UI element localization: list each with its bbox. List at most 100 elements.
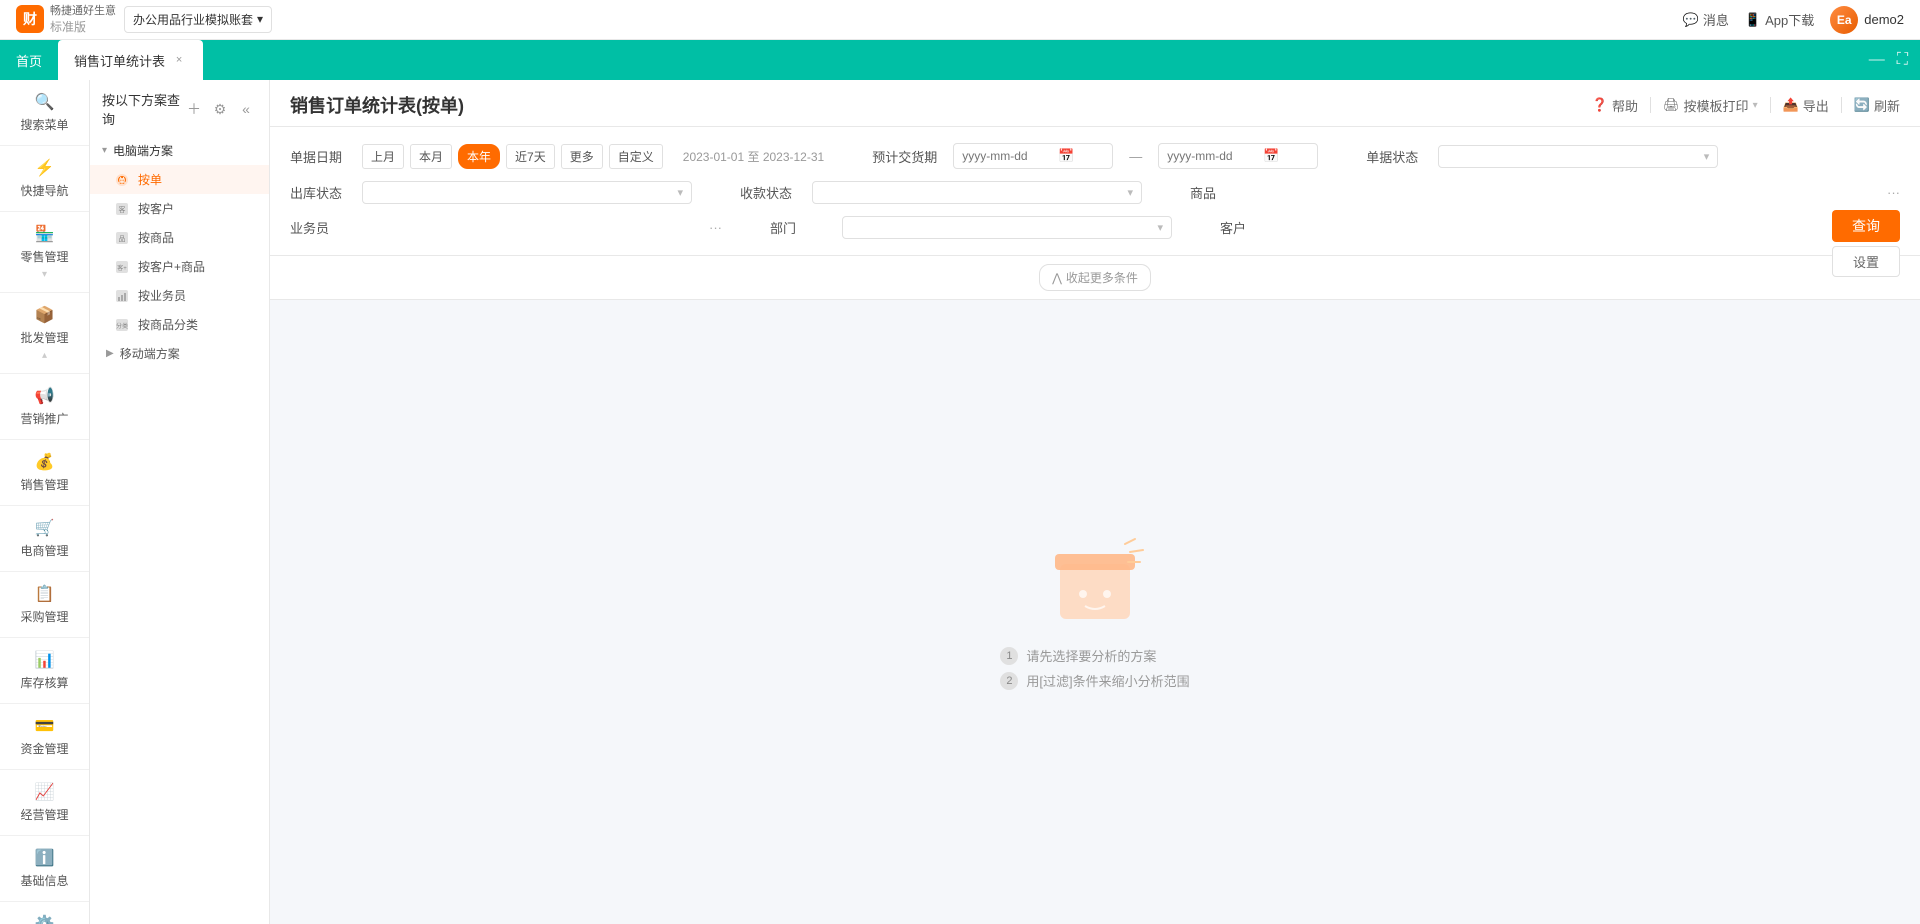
collapse-conditions-btn[interactable]: ⋀ 收起更多条件 [1039,264,1151,291]
print-arrow-icon: ▾ [1753,100,1758,111]
delivery-end-input[interactable]: 📅 [1158,143,1318,169]
scheme-group-pc-header[interactable]: ▾ 电脑端方案 [90,136,269,165]
retail-arrow-icon: ▾ [42,269,47,280]
message-btn[interactable]: 💬 消息 [1683,10,1729,29]
sidebar-item-retail[interactable]: 🏪 零售管理 ▾ [0,212,89,293]
left-panel-actions: ＋ ⚙ « [183,98,257,120]
cal-end-icon: 📅 [1263,148,1279,164]
empty-content: 1 请先选择要分析的方案 2 用[过滤]条件来缩小分析范围 [1000,534,1189,690]
refresh-label: 刷新 [1874,96,1900,115]
empty-tip-2: 2 用[过滤]条件来缩小分析范围 [1000,671,1189,690]
add-scheme-btn[interactable]: ＋ [183,98,205,120]
scheme-settings-btn[interactable]: ⚙ [209,98,231,120]
by-product-icon: 品 [114,230,130,246]
page-title: 销售订单统计表(按单) [290,92,464,118]
sidebar-item-sales[interactable]: 💰 销售管理 [0,440,89,506]
basic-icon: ℹ️ [35,848,55,868]
sidebar-item-inventory[interactable]: 📊 库存核算 [0,638,89,704]
tab-home[interactable]: 首页 [0,40,58,80]
sidebar-item-operation[interactable]: 📈 经营管理 [0,770,89,836]
scheme-item-by-staff[interactable]: 按业务员 [90,281,269,310]
out-status-select[interactable]: ▾ [362,181,692,204]
filter-row-2: 出库状态 ▾ 收款状态 ▾ 商品 ··· [290,181,1900,204]
date-quick-btns: 上月 本月 本年 近7天 更多 自定义 [362,144,663,169]
cal-start-icon: 📅 [1058,148,1074,164]
sidebar: 🔍 搜索菜单 ⚡ 快捷导航 🏪 零售管理 ▾ 📦 批发管理 ▴ 📢 营销推广 💰… [0,80,90,924]
tab-minimize-btn[interactable]: — [1865,47,1889,73]
bill-status-select[interactable]: ▾ [1438,145,1718,168]
sidebar-item-search[interactable]: 🔍 搜索菜单 [0,80,89,146]
last7days-btn[interactable]: 近7天 [506,144,555,169]
collapse-panel-btn[interactable]: « [235,98,257,120]
tab-fullscreen-btn[interactable]: ⛶ [1893,47,1912,73]
finance-icon: 💳 [35,716,55,736]
tab-close-btn[interactable]: × [171,52,187,68]
help-label: 帮助 [1612,96,1638,115]
by-category-icon: 分类 [114,317,130,333]
scheme-item-by-cust-prod[interactable]: 客+ 按客户+商品 [90,252,269,281]
wholesale-icon: 📦 [35,305,55,325]
help-icon: ❓ [1592,97,1608,113]
dept-select[interactable]: ▾ [842,216,1172,239]
sidebar-item-shortcut[interactable]: ⚡ 快捷导航 [0,146,89,212]
customer-filter-area: ··· [1292,220,1900,235]
date-range-display: 2023-01-01 至 2023-12-31 [683,148,824,165]
sidebar-retail-label: 零售管理 [20,248,68,265]
product-ellipsis-btn[interactable]: ··· [1887,185,1900,200]
help-btn[interactable]: ❓ 帮助 [1592,96,1638,115]
brand-name: 畅捷通好生意 [50,4,116,18]
logo-text-block: 畅捷通好生意 标准版 [50,4,116,35]
svg-text:客: 客 [119,205,126,214]
export-btn[interactable]: 📤 导出 [1783,96,1829,115]
delivery-end-field[interactable] [1167,149,1257,163]
print-btn[interactable]: 🖨 按模板打印 ▾ [1663,96,1758,115]
custom-date-btn[interactable]: 自定义 [609,144,663,169]
sidebar-inventory-label: 库存核算 [20,674,68,691]
dept-arrow-icon: ▾ [1157,221,1163,234]
sidebar-item-system[interactable]: ⚙️ 系统管理 [0,902,89,924]
sidebar-item-purchase[interactable]: 📋 采购管理 [0,572,89,638]
sidebar-item-ecommerce[interactable]: 🛒 电商管理 [0,506,89,572]
collapse-up-icon: ⋀ [1052,271,1062,285]
collapse-icon: « [242,101,250,117]
staff-filter-label: 业务员 [290,218,346,237]
settings-btn[interactable]: 设置 [1832,246,1900,277]
more-date-btn[interactable]: 更多 [561,144,603,169]
scheme-group-mobile-header[interactable]: ▶ 移动端方案 [90,339,269,368]
scheme-item-by-category[interactable]: 分类 按商品分类 [90,310,269,339]
sidebar-item-finance[interactable]: 💳 资金管理 [0,704,89,770]
pay-status-select[interactable]: ▾ [812,181,1142,204]
company-dropdown-icon: ▾ [257,12,263,26]
sidebar-item-wholesale[interactable]: 📦 批发管理 ▴ [0,293,89,374]
scheme-item-by-customer[interactable]: 客 按客户 [90,194,269,223]
delivery-start-input[interactable]: 📅 [953,143,1113,169]
mobile-group-label: 移动端方案 [120,345,180,362]
refresh-btn[interactable]: 🔄 刷新 [1854,96,1900,115]
download-icon: 📱 [1745,12,1761,28]
out-status-label: 出库状态 [290,183,346,202]
tab-sales-stat[interactable]: 销售订单统计表 × [58,40,203,80]
sidebar-shortcut-label: 快捷导航 [20,182,68,199]
tab-sales-stat-label: 销售订单统计表 [74,51,165,70]
staff-ellipsis-btn[interactable]: ··· [709,220,722,235]
delivery-start-field[interactable] [962,149,1052,163]
this-year-btn[interactable]: 本年 [458,144,500,169]
sidebar-item-basic[interactable]: ℹ️ 基础信息 [0,836,89,902]
page-header: 销售订单统计表(按单) ❓ 帮助 🖨 按模板打印 ▾ 📤 [270,80,1920,127]
last-month-btn[interactable]: 上月 [362,144,404,169]
this-month-btn[interactable]: 本月 [410,144,452,169]
pc-group-label: 电脑端方案 [113,142,173,159]
app-download-btn[interactable]: 📱 App下载 [1745,10,1814,29]
left-panel-title: 按以下方案查询 [102,90,183,128]
bill-status-label: 单据状态 [1366,147,1422,166]
scheme-item-by-product[interactable]: 品 按商品 [90,223,269,252]
sidebar-item-marketing[interactable]: 📢 营销推广 [0,374,89,440]
left-panel-header: 按以下方案查询 ＋ ⚙ « [90,80,269,136]
company-selector[interactable]: 办公用品行业模拟账套 ▾ [124,6,272,33]
user-profile-btn[interactable]: Ea demo2 [1830,6,1904,34]
query-btn[interactable]: 查询 [1832,210,1900,242]
empty-tips: 1 请先选择要分析的方案 2 用[过滤]条件来缩小分析范围 [1000,646,1189,690]
top-bar: 财 畅捷通好生意 标准版 办公用品行业模拟账套 ▾ 💬 消息 📱 App下载 E… [0,0,1920,40]
date-dash: — [1129,149,1142,164]
scheme-item-by-order[interactable]: 单 按单 [90,165,269,194]
